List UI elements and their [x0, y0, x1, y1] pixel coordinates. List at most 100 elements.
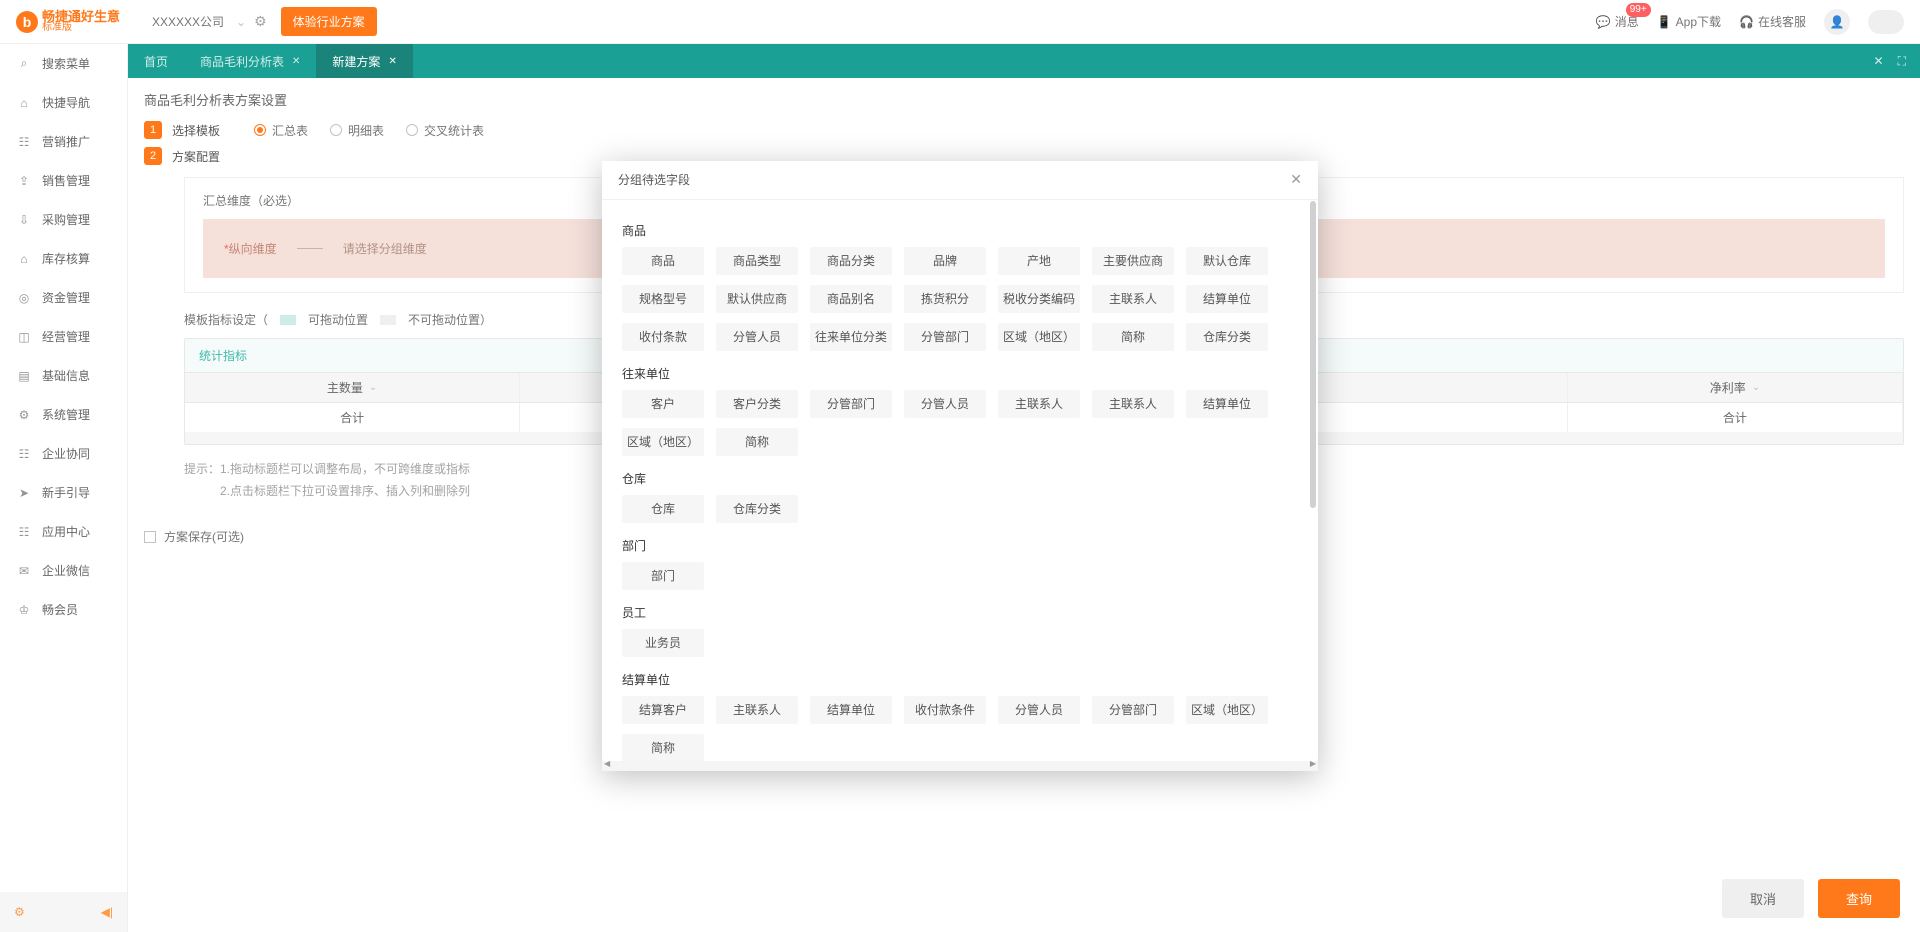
field-option[interactable]: 区域（地区） [998, 323, 1080, 351]
tab-1[interactable]: 商品毛利分析表✕ [184, 44, 316, 78]
field-option[interactable]: 收付条款 [622, 323, 704, 351]
collapse-icon[interactable]: ◀| [101, 905, 113, 919]
field-group-title: 部门 [622, 523, 1298, 562]
field-option[interactable]: 主要供应商 [1092, 247, 1174, 275]
fullscreen-icon[interactable]: ⛶ [1898, 54, 1906, 69]
radio-0[interactable]: 汇总表 [254, 122, 308, 139]
query-button[interactable]: 查询 [1818, 879, 1900, 918]
field-option[interactable]: 区域（地区） [1186, 696, 1268, 724]
field-option[interactable]: 商品别名 [810, 285, 892, 313]
field-option[interactable]: 主联系人 [716, 696, 798, 724]
field-option[interactable]: 业务员 [622, 629, 704, 657]
field-option[interactable]: 分管人员 [716, 323, 798, 351]
field-option[interactable]: 分管人员 [998, 696, 1080, 724]
gear-icon[interactable]: ⚙ [254, 13, 267, 30]
field-option[interactable]: 结算单位 [1186, 390, 1268, 418]
modal-vscrollbar[interactable] [1310, 201, 1316, 759]
field-option[interactable]: 结算单位 [1186, 285, 1268, 313]
field-option[interactable]: 分管人员 [904, 390, 986, 418]
sidebar-item-0[interactable]: ⌕搜索菜单 [0, 44, 127, 83]
radio-1[interactable]: 明细表 [330, 122, 384, 139]
field-option[interactable]: 仓库分类 [716, 495, 798, 523]
sidebar-icon: ◎ [16, 291, 32, 305]
field-option[interactable]: 产地 [998, 247, 1080, 275]
sidebar-item-5[interactable]: ⌂库存核算 [0, 239, 127, 278]
tab-close-icon[interactable]: ✕ [388, 56, 396, 67]
cancel-button[interactable]: 取消 [1722, 879, 1804, 918]
field-option[interactable]: 部门 [622, 562, 704, 590]
sidebar-item-6[interactable]: ◎资金管理 [0, 278, 127, 317]
field-option[interactable]: 默认仓库 [1186, 247, 1268, 275]
sidebar-item-7[interactable]: ◫经营管理 [0, 317, 127, 356]
field-option[interactable]: 分管部门 [810, 390, 892, 418]
app-download-link[interactable]: 📱 App下载 [1657, 13, 1721, 30]
field-option[interactable]: 客户分类 [716, 390, 798, 418]
company-select[interactable]: XXXXXX公司 ⌄ [152, 13, 246, 30]
tab-close-all-icon[interactable]: ✕ [1874, 54, 1884, 68]
field-option[interactable]: 仓库 [622, 495, 704, 523]
field-option[interactable]: 商品 [622, 247, 704, 275]
field-option[interactable]: 简称 [716, 428, 798, 456]
field-option[interactable]: 税收分类编码 [998, 285, 1080, 313]
field-group-title: 商品 [622, 208, 1298, 247]
radio-2[interactable]: 交叉统计表 [406, 122, 484, 139]
tab-0[interactable]: 首页 [128, 44, 184, 78]
step-2-badge: 2 [144, 147, 162, 165]
close-icon[interactable]: ✕ [1290, 171, 1302, 188]
brand-edition: 标准版 [42, 23, 120, 33]
sidebar-item-9[interactable]: ⚙系统管理 [0, 395, 127, 434]
sidebar-item-2[interactable]: ☷营销推广 [0, 122, 127, 161]
sidebar-icon: ⚙ [16, 408, 32, 422]
radio-dot-icon [254, 124, 266, 136]
modal-title: 分组待选字段 [618, 171, 690, 188]
sidebar-item-11[interactable]: ➤新手引导 [0, 473, 127, 512]
tab-2[interactable]: 新建方案✕ [316, 44, 412, 78]
online-service-link[interactable]: 🎧 在线客服 [1739, 13, 1806, 30]
field-option[interactable]: 主联系人 [1092, 390, 1174, 418]
field-option[interactable]: 简称 [622, 734, 704, 761]
field-option[interactable]: 主联系人 [998, 390, 1080, 418]
sidebar-item-1[interactable]: ⌂ 快捷导航 [0, 83, 127, 122]
sidebar-item-13[interactable]: ✉企业微信 [0, 551, 127, 590]
field-option[interactable]: 拣货积分 [904, 285, 986, 313]
field-option[interactable]: 简称 [1092, 323, 1174, 351]
trial-button[interactable]: 体验行业方案 [281, 7, 377, 36]
field-option[interactable]: 商品分类 [810, 247, 892, 275]
sidebar-item-4[interactable]: ⇩采购管理 [0, 200, 127, 239]
settings-icon[interactable]: ⚙ [14, 905, 25, 919]
sidebar-icon: ⌂ [16, 96, 32, 110]
tab-close-icon[interactable]: ✕ [292, 56, 300, 67]
field-option[interactable]: 分管部门 [1092, 696, 1174, 724]
grid-header-3[interactable]: 净利率⌄ [1568, 373, 1903, 402]
save-checkbox[interactable] [144, 531, 156, 543]
sidebar-item-label: 应用中心 [42, 523, 90, 540]
chevron-down-icon: ⌄ [1752, 382, 1760, 393]
avatar[interactable]: 👤 [1824, 9, 1850, 35]
sidebar-item-12[interactable]: ☷应用中心 [0, 512, 127, 551]
field-option[interactable]: 分管部门 [904, 323, 986, 351]
field-option[interactable]: 区域（地区） [622, 428, 704, 456]
field-option[interactable]: 客户 [622, 390, 704, 418]
field-option[interactable]: 主联系人 [1092, 285, 1174, 313]
top-header: b 畅捷通好生意 标准版 XXXXXX公司 ⌄ ⚙ 体验行业方案 💬 消息 99… [0, 0, 1920, 44]
field-option[interactable]: 往来单位分类 [810, 323, 892, 351]
field-option[interactable]: 结算单位 [810, 696, 892, 724]
sidebar-item-3[interactable]: ⇪销售管理 [0, 161, 127, 200]
user-pill[interactable] [1868, 10, 1904, 34]
grid-header-0[interactable]: 主数量⌄ [185, 373, 520, 402]
sidebar-item-8[interactable]: ▤基础信息 [0, 356, 127, 395]
sidebar-item-10[interactable]: ☷企业协同 [0, 434, 127, 473]
field-option[interactable]: 规格型号 [622, 285, 704, 313]
sidebar-item-14[interactable]: ♔畅会员 [0, 590, 127, 629]
sidebar-item-label: 快捷导航 [42, 94, 90, 111]
sidebar-icon: ➤ [16, 486, 32, 500]
field-option[interactable]: 仓库分类 [1186, 323, 1268, 351]
field-option[interactable]: 结算客户 [622, 696, 704, 724]
field-option[interactable]: 默认供应商 [716, 285, 798, 313]
field-option[interactable]: 收付款条件 [904, 696, 986, 724]
field-option[interactable]: 品牌 [904, 247, 986, 275]
field-option[interactable]: 商品类型 [716, 247, 798, 275]
headset-icon: 🎧 [1739, 15, 1754, 29]
messages-link[interactable]: 💬 消息 99+ [1596, 13, 1639, 30]
modal-hscrollbar[interactable] [602, 761, 1318, 771]
